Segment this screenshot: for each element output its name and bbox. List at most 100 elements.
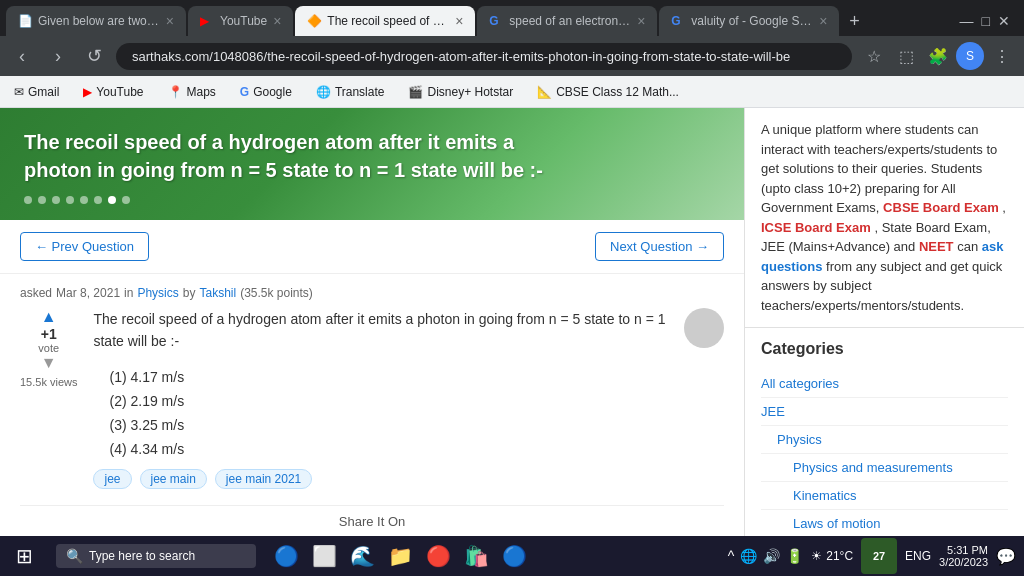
new-tab-button[interactable]: + — [841, 11, 868, 32]
bookmark-hotstar[interactable]: 🎬 Disney+ Hotstar — [402, 83, 519, 101]
taskbar-app-extra[interactable]: 🔵 — [496, 538, 532, 574]
author-link[interactable]: Takshil — [199, 286, 236, 300]
taskbar-search-box[interactable]: 🔍 Type here to search — [56, 544, 256, 568]
dot-5[interactable] — [80, 196, 88, 204]
battery-icon[interactable]: 🔋 — [786, 548, 803, 564]
progress-dots — [24, 196, 720, 204]
vote-down-button[interactable]: ▼ — [41, 354, 57, 372]
in-label: in — [124, 286, 133, 300]
forward-button[interactable]: › — [44, 42, 72, 70]
bookmark-translate[interactable]: 🌐 Translate — [310, 83, 391, 101]
volume-icon[interactable]: 🔊 — [763, 548, 780, 564]
chrome-icon: 🔴 — [426, 544, 451, 568]
question-text: The recoil speed of a hydrogen atom afte… — [93, 308, 724, 353]
option-3: (3) 3.25 m/s — [109, 417, 724, 433]
tab-2-title: YouTube — [220, 14, 267, 28]
url-input[interactable] — [116, 43, 852, 70]
store-icon: 🛍️ — [464, 544, 489, 568]
taskbar-edge[interactable]: 🌊 — [344, 538, 380, 574]
tag-jee[interactable]: jee — [93, 469, 131, 489]
language-indicator[interactable]: ENG — [905, 549, 931, 563]
date-indicator[interactable]: 27 — [861, 538, 897, 574]
tab-2[interactable]: ▶ YouTube × — [188, 6, 293, 36]
gmail-icon: ✉ — [14, 85, 24, 99]
bookmark-maps[interactable]: 📍 Maps — [162, 83, 222, 101]
tab-1[interactable]: 📄 Given below are two sta... × — [6, 6, 186, 36]
taskbar: ⊞ 🔍 Type here to search 🔵 ⬜ 🌊 📁 🔴 🛍️ 🔵 ^ — [0, 536, 1024, 576]
category-all[interactable]: All categories — [761, 370, 1008, 398]
maximize-icon[interactable]: □ — [982, 13, 990, 29]
tab-4-close[interactable]: × — [637, 13, 645, 29]
right-description: A unique platform where students can int… — [745, 108, 1024, 328]
vote-up-button[interactable]: ▲ — [41, 308, 57, 326]
tag-jee-main[interactable]: jee main — [140, 469, 207, 489]
translate-icon: 🌐 — [316, 85, 331, 99]
bookmark-google[interactable]: G Google — [234, 83, 298, 101]
dot-6[interactable] — [94, 196, 102, 204]
date-display: 3/20/2023 — [939, 556, 988, 568]
taskbar-right: ^ 🌐 🔊 🔋 ☀ 21°C 27 ENG 5:31 PM 3/20/2023 … — [728, 538, 1024, 574]
taskbar-file-explorer[interactable]: 📁 — [382, 538, 418, 574]
browser-chrome: 📄 Given below are two sta... × ▶ YouTube… — [0, 0, 1024, 108]
tag-jee-main-2021[interactable]: jee main 2021 — [215, 469, 312, 489]
bookmark-cbse[interactable]: 📐 CBSE Class 12 Math... — [531, 83, 685, 101]
taskbar-cortana[interactable]: 🔵 — [268, 538, 304, 574]
tab-4-favicon: G — [489, 14, 503, 28]
back-button[interactable]: ‹ — [8, 42, 36, 70]
category-laws-of-motion[interactable]: Laws of motion — [761, 510, 1008, 538]
bookmarks-bar: ✉ Gmail ▶ YouTube 📍 Maps G Google 🌐 Tran… — [0, 76, 1024, 108]
option-2-num: (2) — [109, 393, 130, 409]
dot-7[interactable] — [108, 196, 116, 204]
tab-3[interactable]: 🔶 The recoil speed of a hyd... × — [295, 6, 475, 36]
options-list: (1) 4.17 m/s (2) 2.19 m/s (3) 3.25 m/s (… — [109, 369, 724, 457]
tab-2-close[interactable]: × — [273, 13, 281, 29]
chevron-up-icon[interactable]: ^ — [728, 548, 735, 564]
menu-icon[interactable]: ⋮ — [988, 42, 1016, 70]
network-icon[interactable]: 🌐 — [740, 548, 757, 564]
notification-button[interactable]: 💬 — [996, 547, 1016, 566]
taskbar-chrome[interactable]: 🔴 — [420, 538, 456, 574]
option-1: (1) 4.17 m/s — [109, 369, 724, 385]
clock[interactable]: 5:31 PM 3/20/2023 — [939, 544, 988, 568]
screenshot-icon[interactable]: ⬚ — [892, 42, 920, 70]
folder-icon: 📁 — [388, 544, 413, 568]
tab-4[interactable]: G speed of an electron in a... × — [477, 6, 657, 36]
close-icon[interactable]: ✕ — [998, 13, 1010, 29]
dot-2[interactable] — [38, 196, 46, 204]
tab-3-close[interactable]: × — [455, 13, 463, 29]
profile-icon[interactable]: S — [956, 42, 984, 70]
by-label: by — [183, 286, 196, 300]
tab-5[interactable]: G valuity of - Google Search × — [659, 6, 839, 36]
right-desc-2: , — [1002, 200, 1006, 215]
taskbar-task-view[interactable]: ⬜ — [306, 538, 342, 574]
next-question-button[interactable]: Next Question → — [595, 232, 724, 261]
tab-1-close[interactable]: × — [166, 13, 174, 29]
category-kinematics[interactable]: Kinematics — [761, 482, 1008, 510]
weather-display[interactable]: ☀ 21°C — [811, 549, 853, 563]
category-physics[interactable]: Physics — [761, 426, 1008, 454]
bookmark-gmail[interactable]: ✉ Gmail — [8, 83, 65, 101]
dot-8[interactable] — [122, 196, 130, 204]
dot-4[interactable] — [66, 196, 74, 204]
bookmark-star-icon[interactable]: ☆ — [860, 42, 888, 70]
reload-button[interactable]: ↺ — [80, 42, 108, 70]
question-body: asked Mar 8, 2021 in Physics by Takshil … — [0, 274, 744, 576]
dot-1[interactable] — [24, 196, 32, 204]
tab-5-close[interactable]: × — [819, 13, 827, 29]
extension-icon[interactable]: 🧩 — [924, 42, 952, 70]
tab-5-title: valuity of - Google Search — [691, 14, 813, 28]
tab-2-favicon: ▶ — [200, 14, 214, 28]
taskbar-store[interactable]: 🛍️ — [458, 538, 494, 574]
highlight-icse: ICSE Board Exam — [761, 220, 871, 235]
vote-count: +1 — [41, 326, 57, 342]
start-button[interactable]: ⊞ — [0, 536, 48, 576]
category-jee[interactable]: JEE — [761, 398, 1008, 426]
minimize-icon[interactable]: — — [960, 13, 974, 29]
windows-icon: ⊞ — [16, 544, 33, 568]
subject-link[interactable]: Physics — [137, 286, 178, 300]
bookmark-youtube[interactable]: ▶ YouTube — [77, 83, 149, 101]
dot-3[interactable] — [52, 196, 60, 204]
prev-question-button[interactable]: ← Prev Question — [20, 232, 149, 261]
option-2-value: 2.19 m/s — [130, 393, 184, 409]
category-physics-measurements[interactable]: Physics and measurements — [761, 454, 1008, 482]
